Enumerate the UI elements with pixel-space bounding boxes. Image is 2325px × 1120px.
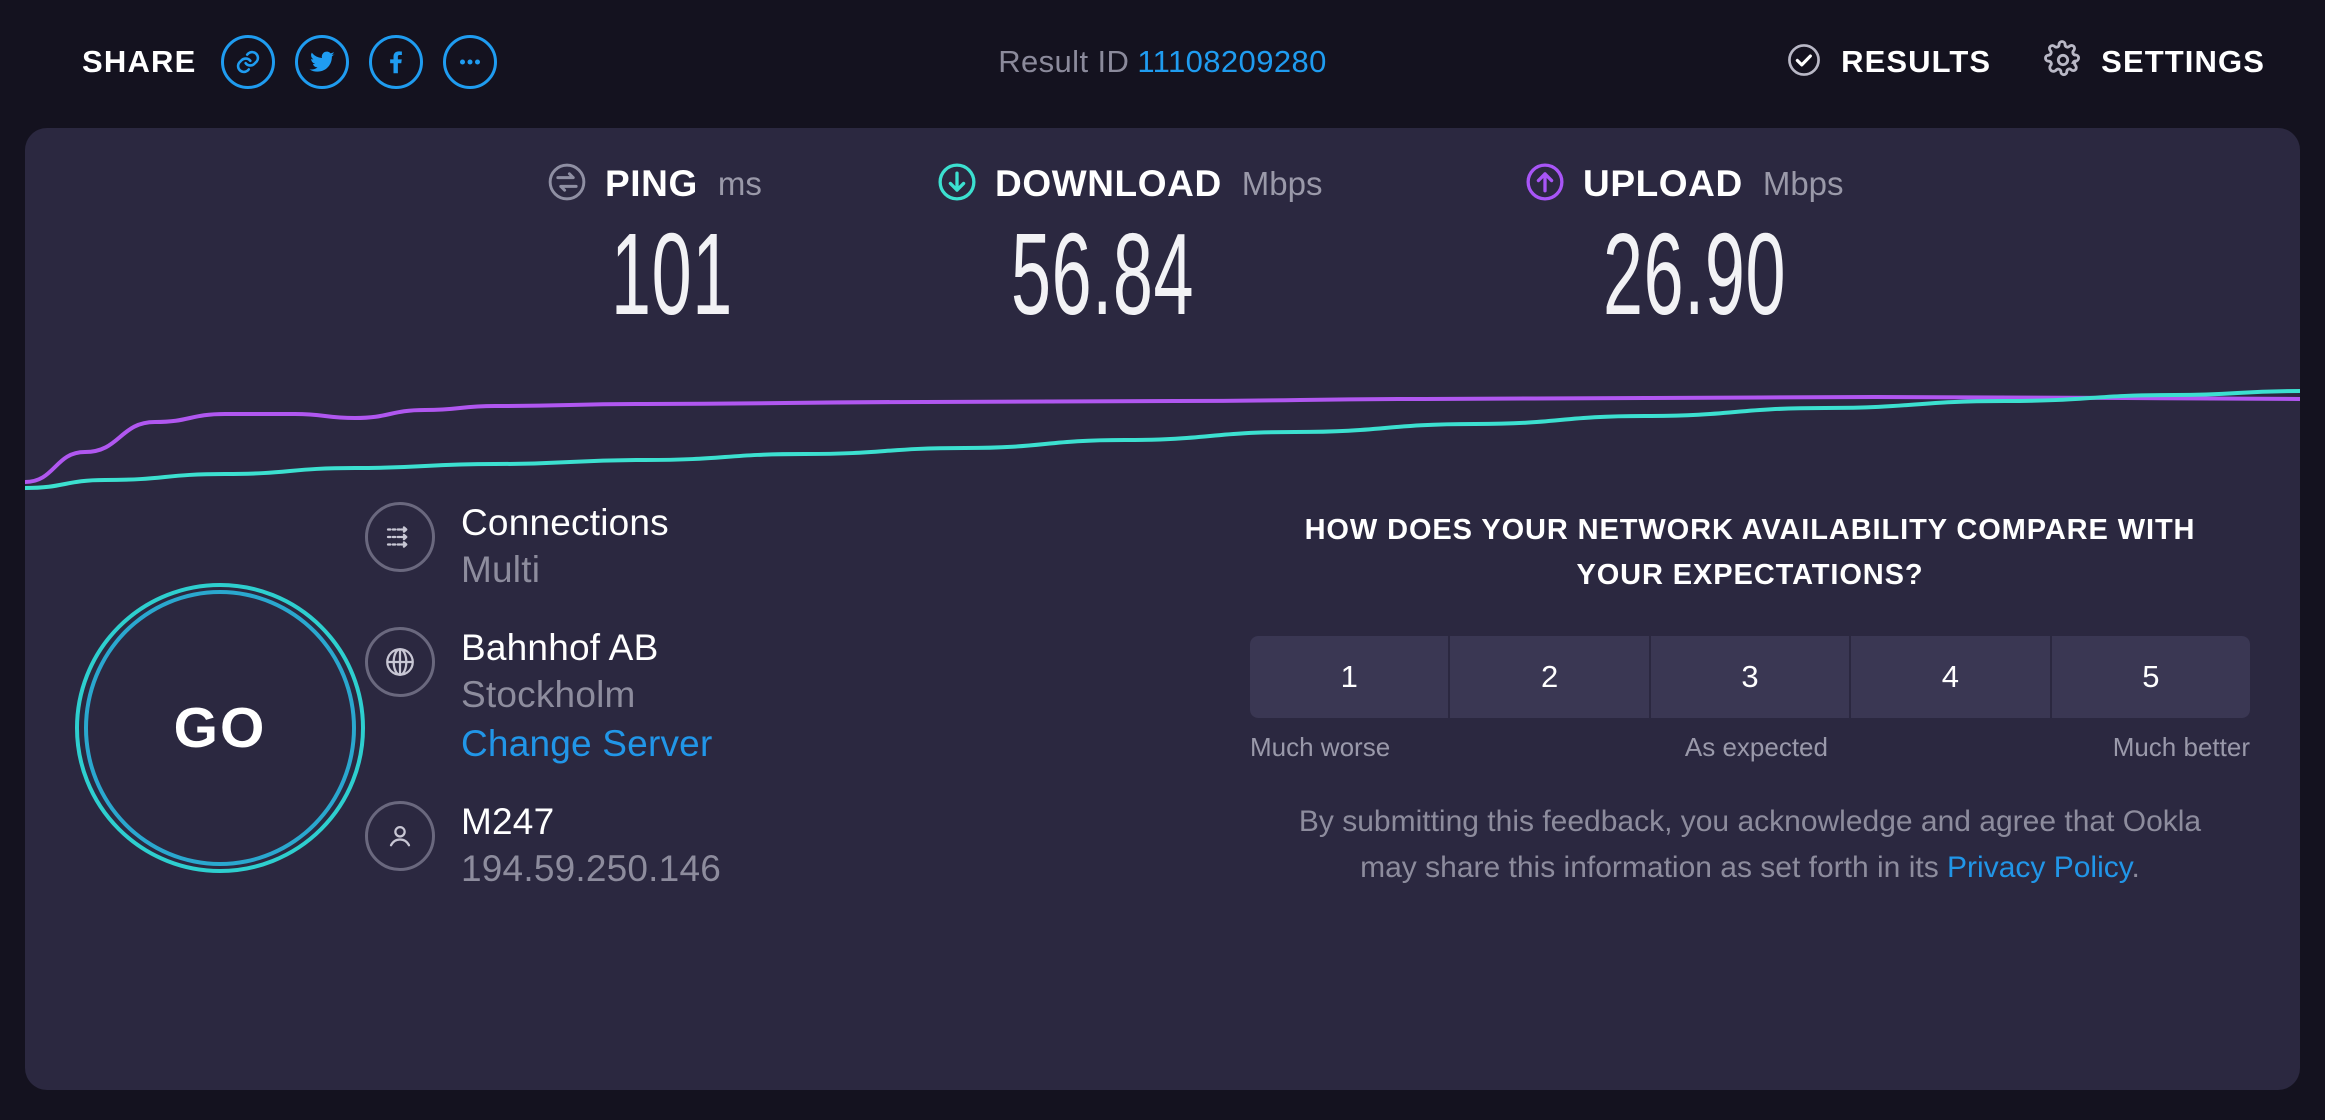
feedback-survey: HOW DOES YOUR NETWORK AVAILABILITY COMPA…	[1250, 508, 2250, 892]
survey-disclaimer: By submitting this feedback, you acknowl…	[1250, 799, 2250, 892]
connections-title: Connections	[461, 502, 669, 543]
go-label: GO	[173, 696, 267, 760]
isp-ip: 194.59.250.146	[461, 848, 721, 890]
results-button[interactable]: RESULTS	[1785, 41, 1991, 84]
info-row-server: Bahnhof AB Stockholm Change Server	[365, 623, 985, 769]
connections-icon	[365, 502, 435, 572]
disclaimer-text-2: .	[2131, 851, 2140, 885]
connections-sub: Multi	[461, 549, 541, 591]
panel-lower: GO Connections Multi Bahnhof AB Stockhol…	[25, 498, 2300, 1090]
server-sub: Stockholm	[461, 674, 636, 716]
ping-icon	[545, 160, 589, 209]
result-id-label: Result ID	[998, 44, 1130, 79]
download-value: 56.84	[1011, 209, 1195, 339]
scale-label-high: Much better	[2112, 731, 2250, 762]
settings-label: SETTINGS	[2101, 44, 2265, 79]
download-unit: Mbps	[1241, 165, 1323, 202]
info-row-isp: M247 194.59.250.146	[365, 797, 985, 894]
ping-label: PING	[605, 163, 698, 204]
download-label: DOWNLOAD	[995, 163, 1222, 204]
change-server-link[interactable]: Change Server	[461, 720, 712, 769]
scale-label-mid: As expected	[1684, 731, 1828, 762]
upload-unit: Mbps	[1762, 165, 1844, 202]
metric-ping: PING ms 101	[545, 156, 808, 336]
app-header: SHARE Result ID 11108209280 RESULTS SETT…	[0, 0, 2325, 124]
download-arrow-icon	[935, 160, 979, 209]
go-button[interactable]: GO	[75, 583, 365, 873]
header-actions: RESULTS SETTINGS	[1785, 39, 2265, 85]
rating-option-3[interactable]: 3	[1650, 635, 1852, 718]
ping-value: 101	[611, 209, 733, 339]
results-panel: PING ms 101 DOWNLOAD Mbps 56.84 UPLOAD M…	[25, 128, 2300, 1090]
metrics-row: PING ms 101 DOWNLOAD Mbps 56.84 UPLOAD M…	[25, 156, 2300, 386]
results-label: RESULTS	[1841, 44, 1992, 79]
connection-info: Connections Multi Bahnhof AB Stockholm C…	[365, 498, 985, 922]
check-circle-icon	[1785, 41, 1823, 84]
rating-option-4[interactable]: 4	[1851, 635, 2052, 718]
upload-arrow-icon	[1523, 160, 1567, 209]
gear-icon	[2043, 39, 2083, 85]
privacy-policy-link[interactable]: Privacy Policy	[1947, 851, 2131, 884]
isp-title: M247	[461, 800, 555, 842]
globe-icon	[365, 627, 435, 698]
result-id-value[interactable]: 11108209280	[1137, 44, 1326, 79]
metric-download: DOWNLOAD Mbps 56.84	[935, 156, 1322, 336]
ping-unit: ms	[717, 165, 762, 202]
upload-label: UPLOAD	[1583, 163, 1743, 204]
server-title: Bahnhof AB	[461, 627, 659, 669]
upload-value: 26.90	[1603, 209, 1787, 339]
survey-question: HOW DOES YOUR NETWORK AVAILABILITY COMPA…	[1304, 514, 2196, 591]
rating-scale-labels: Much worse As expected Much better	[1250, 732, 2250, 763]
settings-button[interactable]: SETTINGS	[2043, 39, 2265, 85]
download-line	[25, 389, 2300, 490]
person-icon	[365, 800, 435, 871]
metric-upload: UPLOAD Mbps 26.90	[1523, 156, 1898, 336]
rating-option-1[interactable]: 1	[1250, 635, 1451, 718]
rating-scale: 1 2 3 4 5	[1250, 635, 2250, 718]
rating-option-5[interactable]: 5	[2051, 635, 2250, 718]
rating-option-2[interactable]: 2	[1450, 635, 1651, 718]
speed-graph	[25, 364, 2300, 494]
scale-label-low: Much worse	[1250, 731, 1391, 762]
info-row-connections: Connections Multi	[365, 498, 985, 595]
speedtest-app: SHARE Result ID 11108209280 RESULTS SETT…	[0, 0, 2325, 1120]
speed-graph-svg	[25, 389, 2300, 490]
